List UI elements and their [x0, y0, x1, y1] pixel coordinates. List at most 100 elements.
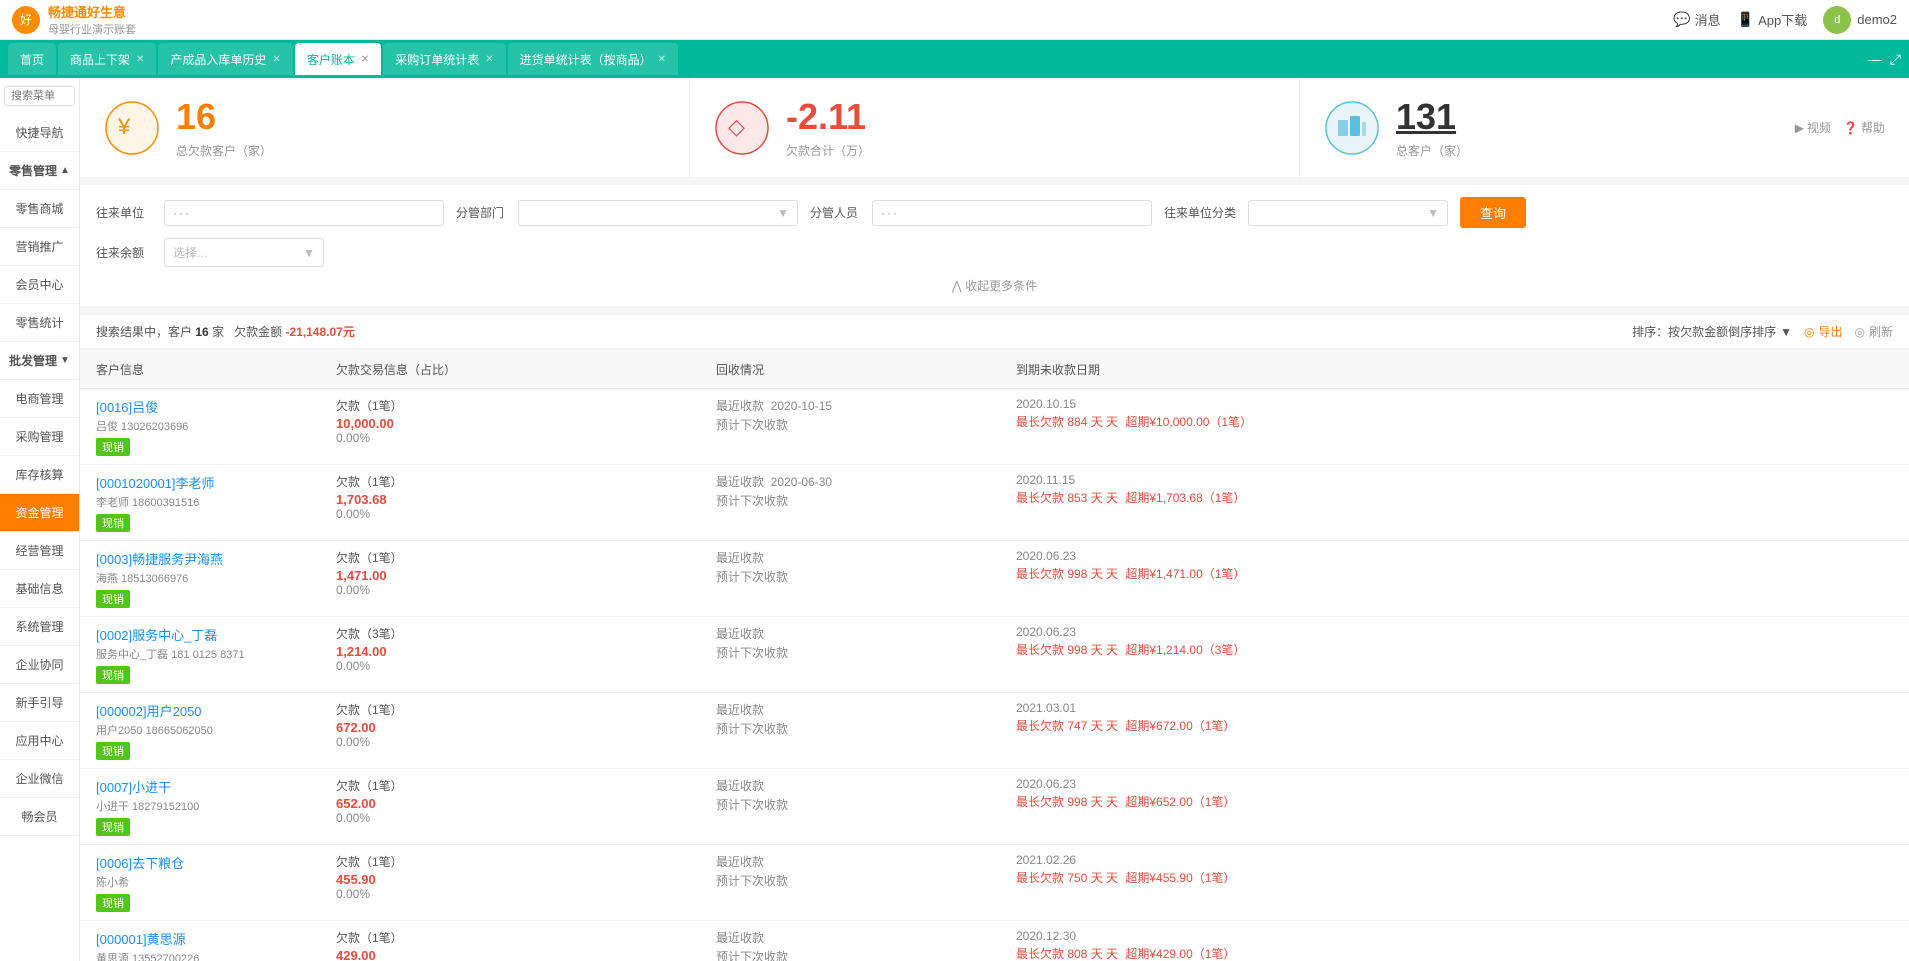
person-dots: ···: [881, 206, 899, 220]
overdue-link-2[interactable]: 超期¥1,471.00（1笔）: [1125, 567, 1245, 581]
close-tab-product-off[interactable]: ✕: [136, 54, 144, 65]
overdue-link-0[interactable]: 超期¥10,000.00（1笔）: [1125, 415, 1252, 429]
overdue-link-5[interactable]: 超期¥652.00（1笔）: [1125, 795, 1235, 809]
sidebar-item-biz-mgmt[interactable]: 经营管理: [0, 532, 79, 570]
sidebar-item-retail-mall[interactable]: 零售商城: [0, 190, 79, 228]
chevron-down-icon-category: ▼: [1427, 206, 1439, 220]
help-btn[interactable]: ❓ 帮助: [1843, 119, 1885, 136]
sidebar-item-app-center[interactable]: 应用中心: [0, 722, 79, 760]
table-body: [0016]吕俊 吕俊 13026203696 现销 欠款（1笔） 10,000…: [80, 389, 1909, 961]
customer-name-2[interactable]: [0003]畅捷服务尹海燕: [96, 549, 304, 568]
close-tab-production-history[interactable]: ✕: [272, 54, 280, 65]
debt-amount-4[interactable]: 672.00: [336, 720, 684, 735]
sidebar-item-system-mgmt[interactable]: 系统管理: [0, 608, 79, 646]
tab-purchase-order[interactable]: 采购订单统计表 ✕: [383, 43, 505, 75]
sidebar-item-quick-nav[interactable]: 快捷导航: [0, 114, 79, 152]
source-unit-input[interactable]: ···: [164, 200, 444, 226]
tab-product-off[interactable]: 商品上下架 ✕: [58, 43, 156, 75]
debt-amount-3[interactable]: 1,214.00: [336, 644, 684, 659]
sidebar-item-vip-member[interactable]: 畅会员: [0, 798, 79, 836]
sidebar-item-enterprise-collab[interactable]: 企业协同: [0, 646, 79, 684]
overdue-link-3[interactable]: 超期¥1,214.00（3笔）: [1125, 643, 1245, 657]
tab-inventory-stats[interactable]: 进货单统计表（按商品） ✕: [508, 43, 678, 75]
cell-customer-5: [0007]小进干 小进干 18279152100 现销: [80, 769, 320, 845]
customer-name-0[interactable]: [0016]吕俊: [96, 397, 304, 416]
close-tab-inventory-stats[interactable]: ✕: [658, 54, 666, 65]
sidebar-item-purchase-mgmt[interactable]: 采购管理: [0, 418, 79, 456]
debt-amount-1[interactable]: 1,703.68: [336, 492, 684, 507]
close-tab-customer-account[interactable]: ✕: [361, 54, 369, 65]
tab-home[interactable]: 首页: [8, 43, 56, 75]
sidebar-item-batch-mgmt[interactable]: 批发管理 ▼: [0, 342, 79, 380]
cell-customer-4: [000002]用户2050 用户2050 18665062050 现销: [80, 693, 320, 769]
sort-btn[interactable]: 排序：按欠款金额倒序排序 ▼: [1632, 323, 1792, 340]
debt-total-value-block: -2.11 欠款合计（万）: [786, 96, 870, 159]
user-avatar[interactable]: d demo2: [1823, 6, 1897, 34]
sidebar-item-marketing[interactable]: 营销推广: [0, 228, 79, 266]
debt-amount-7[interactable]: 429.00: [336, 948, 684, 961]
debt-amount-0[interactable]: 10,000.00: [336, 416, 684, 431]
search-input[interactable]: [4, 86, 75, 106]
collection-next-7: 预计下次收款: [716, 948, 984, 961]
main-layout: 快捷导航 零售管理 ▲ 零售商城 营销推广 会员中心 零售统计 批发管理 ▼: [0, 78, 1909, 961]
overdue-days-3: 最长欠款 998 天 天: [1016, 643, 1118, 657]
logo-icon: 好: [12, 6, 40, 34]
balance-select[interactable]: 选择... ▼: [164, 238, 324, 267]
overdue-link-6[interactable]: 超期¥455.90（1笔）: [1125, 871, 1235, 885]
person-input[interactable]: ···: [872, 200, 1152, 226]
results-bar: 搜索结果中，客户 16 家 欠款金额 -21,148.07元 排序：按欠款金额倒…: [80, 314, 1909, 349]
sidebar-item-new-guide[interactable]: 新手引导: [0, 684, 79, 722]
sidebar-item-retail-stats[interactable]: 零售统计: [0, 304, 79, 342]
results-debt-label: 欠款金额: [234, 325, 282, 339]
debt-amount-5[interactable]: 652.00: [336, 796, 684, 811]
tabs-bar-actions: — ⤢: [1868, 51, 1901, 68]
results-bar-right: 排序：按欠款金额倒序排序 ▼ ◎ 导出 ◎ 刷新: [1632, 323, 1893, 340]
table-row: [0006]去下粮仓 陈小希 现销 欠款（1笔） 455.90 0.00% 最近…: [80, 845, 1909, 921]
cell-debt-4: 欠款（1笔） 672.00 0.00%: [320, 693, 700, 769]
search-button[interactable]: 查询: [1460, 197, 1526, 228]
maximize-btn[interactable]: ⤢: [1890, 51, 1901, 68]
customer-name-6[interactable]: [0006]去下粮仓: [96, 853, 304, 872]
debt-amount-6[interactable]: 455.90: [336, 872, 684, 887]
sidebar-item-inventory-check[interactable]: 库存核算: [0, 456, 79, 494]
tab-production-history[interactable]: 产成品入库单历史 ✕: [158, 43, 292, 75]
overdue-link-7[interactable]: 超期¥429.00（1笔）: [1125, 947, 1235, 961]
debtors-number: 16: [176, 96, 272, 138]
sidebar-item-finance[interactable]: 资金管理: [0, 494, 79, 532]
customer-sub-0: 吕俊 13026203696: [96, 418, 304, 434]
message-icon: 💬: [1673, 11, 1690, 28]
table-row: [000002]用户2050 用户2050 18665062050 现销 欠款（…: [80, 693, 1909, 769]
debt-count-4: 欠款（1笔）: [336, 701, 684, 718]
collection-recent-6: 最近收款: [716, 853, 984, 870]
overdue-link-4[interactable]: 超期¥672.00（1笔）: [1125, 719, 1235, 733]
dept-select[interactable]: ▼: [518, 200, 798, 226]
tab-customer-account[interactable]: 客户账本 ✕: [295, 43, 381, 75]
cell-collection-7: 最近收款 预计下次收款: [700, 921, 1000, 961]
collapse-btn[interactable]: ⋀ 收起更多条件: [96, 277, 1893, 294]
sidebar-item-basic-info[interactable]: 基础信息: [0, 570, 79, 608]
sidebar-item-retail-mgmt[interactable]: 零售管理 ▲: [0, 152, 79, 190]
close-tab-purchase-order[interactable]: ✕: [485, 54, 493, 65]
debt-amount-2[interactable]: 1,471.00: [336, 568, 684, 583]
customer-name-5[interactable]: [0007]小进干: [96, 777, 304, 796]
customer-name-3[interactable]: [0002]服务中心_丁磊: [96, 625, 304, 644]
sidebar-item-member-center[interactable]: 会员中心: [0, 266, 79, 304]
overdue-link-1[interactable]: 超期¥1,703.68（1笔）: [1125, 491, 1245, 505]
customer-name-7[interactable]: [000001]黄思源: [96, 929, 304, 948]
help-icon: ❓: [1843, 121, 1858, 135]
col-customer-info: 客户信息: [80, 351, 320, 389]
video-btn[interactable]: ▶ 视频: [1795, 119, 1831, 136]
customer-name-1[interactable]: [0001020001]李老师: [96, 473, 304, 492]
overdue-2: 最长欠款 998 天 天 超期¥1,471.00（1笔）: [1016, 565, 1893, 582]
table-row: [0016]吕俊 吕俊 13026203696 现销 欠款（1笔） 10,000…: [80, 389, 1909, 465]
customer-name-4[interactable]: [000002]用户2050: [96, 701, 304, 720]
message-btn[interactable]: 💬 消息: [1673, 10, 1720, 29]
minimize-btn[interactable]: —: [1868, 51, 1882, 68]
export-btn[interactable]: ◎ 导出: [1804, 323, 1843, 340]
sidebar-item-ecommerce[interactable]: 电商管理: [0, 380, 79, 418]
refresh-btn[interactable]: ◎ 刷新: [1855, 323, 1894, 340]
sidebar-item-enterprise-wechat[interactable]: 企业微信: [0, 760, 79, 798]
collection-next-2: 预计下次收款: [716, 568, 984, 585]
app-download-btn[interactable]: 📱 App下载: [1737, 10, 1808, 29]
source-category-select[interactable]: ▼: [1248, 200, 1448, 226]
